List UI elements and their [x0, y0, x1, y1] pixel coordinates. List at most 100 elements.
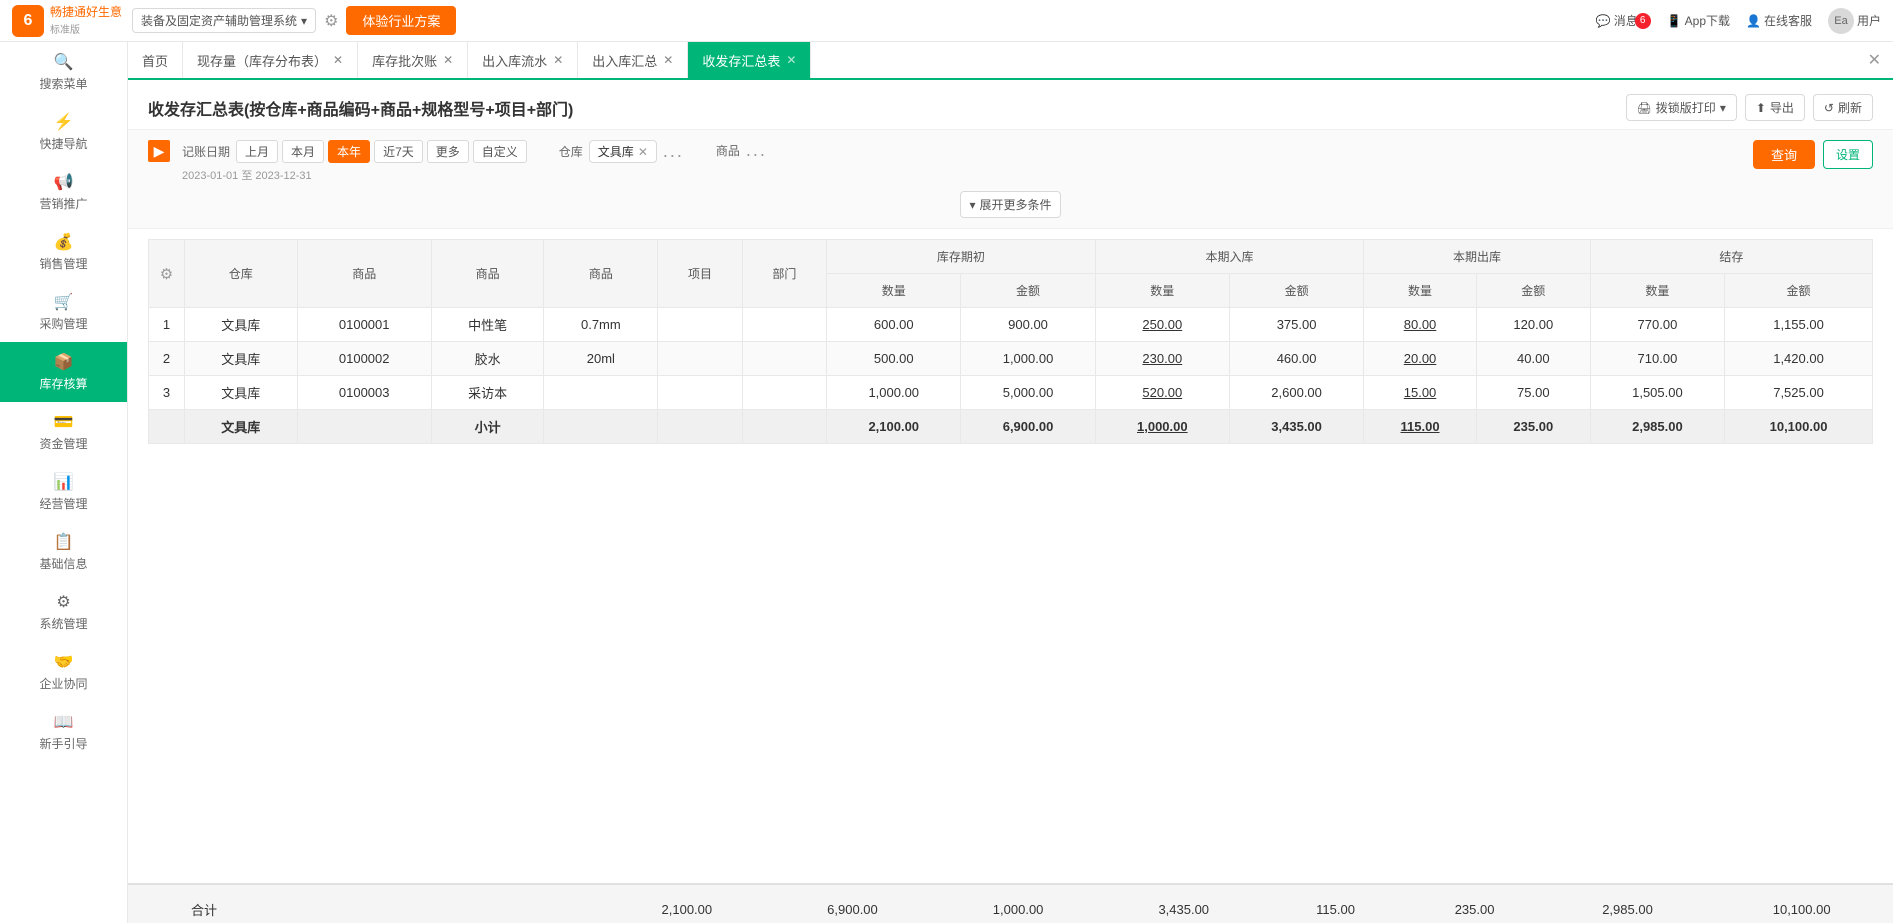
query-button[interactable]: 查询	[1753, 140, 1815, 169]
sidebar-item-marketing[interactable]: 📢 营销推广	[0, 162, 127, 222]
tab-close-icon[interactable]: ✕	[333, 53, 343, 67]
goods-filter: 商品 ...	[716, 140, 767, 161]
col-balance-amt: 金额	[1725, 274, 1873, 308]
sidebar-item-inventory[interactable]: 📦 库存核算	[0, 342, 127, 402]
sidebar-item-management[interactable]: 📊 经营管理	[0, 462, 127, 522]
row-balance-qty: 2,985.00	[1590, 410, 1724, 444]
tab-home[interactable]: 首页	[128, 42, 183, 78]
row-in-qty[interactable]: 230.00	[1095, 342, 1229, 376]
sidebar-item-finance[interactable]: 💳 资金管理	[0, 402, 127, 462]
settings-icon[interactable]: ⚙	[324, 11, 338, 31]
row-out-amt: 235.00	[1476, 410, 1590, 444]
row-dept	[742, 410, 826, 444]
footer-in-amt: 3,435.00	[1101, 894, 1267, 923]
col-out-amt: 金额	[1476, 274, 1590, 308]
date-btn-this-year[interactable]: 本年	[328, 140, 370, 163]
arrow-icon: ▶	[154, 143, 165, 160]
sidebar-item-sales[interactable]: 💰 销售管理	[0, 222, 127, 282]
row-spec: 20ml	[544, 342, 658, 376]
online-service-link[interactable]: 👤 在线客服	[1746, 12, 1812, 29]
row-out-qty[interactable]: 80.00	[1364, 308, 1477, 342]
sidebar-item-enterprise[interactable]: 🤝 企业协同	[0, 642, 127, 702]
row-num: 3	[149, 376, 185, 410]
row-in-amt: 375.00	[1229, 308, 1363, 342]
row-balance-qty: 1,505.00	[1590, 376, 1724, 410]
filter-collapse-button[interactable]: ▶	[148, 140, 170, 162]
row-opening-amt: 6,900.00	[961, 410, 1095, 444]
warehouse-label: 仓库	[559, 143, 583, 160]
row-in-qty[interactable]: 250.00	[1095, 308, 1229, 342]
top-bar-mid: 装备及固定资产辅助管理系统 ▾ ⚙ 体验行业方案	[132, 6, 1586, 35]
row-name: 采访本	[431, 376, 544, 410]
tab-receive-send[interactable]: 收发存汇总表 ✕	[688, 42, 811, 78]
row-out-qty[interactable]: 20.00	[1364, 342, 1477, 376]
expand-arrow-icon: ▾	[969, 198, 975, 212]
warehouse-more[interactable]: ...	[663, 141, 684, 162]
system-select[interactable]: 装备及固定资产辅助管理系统 ▾	[132, 8, 316, 33]
expand-conditions-button[interactable]: ▾ 展开更多条件	[960, 191, 1060, 218]
row-project	[658, 410, 742, 444]
sidebar-item-search[interactable]: 🔍 搜索菜单	[0, 42, 127, 102]
row-code	[297, 410, 431, 444]
date-label: 记账日期	[182, 143, 230, 160]
sidebar-item-system[interactable]: ⚙ 系统管理	[0, 582, 127, 642]
tab-close-icon[interactable]: ✕	[663, 53, 673, 67]
sidebar-item-label: 采购管理	[39, 315, 87, 332]
date-btn-this-month[interactable]: 本月	[282, 140, 324, 163]
top-bar: 6 畅捷通好生意 标准版 装备及固定资产辅助管理系统 ▾ ⚙ 体验行业方案 💬 …	[0, 0, 1893, 42]
message-link[interactable]: 💬 消息 6	[1596, 12, 1651, 29]
footer-empty3	[324, 894, 404, 923]
footer-empty4	[404, 894, 484, 923]
export-button[interactable]: ⬆ 导出	[1745, 94, 1805, 121]
setting-button[interactable]: 设置	[1823, 140, 1873, 169]
tab-inventory-distribution[interactable]: 现存量（库存分布表） ✕	[183, 42, 358, 78]
sidebar-item-purchase[interactable]: 🛒 采购管理	[0, 282, 127, 342]
warehouse-value: 文具库	[598, 143, 634, 160]
row-out-qty[interactable]: 15.00	[1364, 376, 1477, 410]
footer-opening-qty: 2,100.00	[604, 894, 770, 923]
tab-batch[interactable]: 库存批次账 ✕	[358, 42, 468, 78]
download-icon: 📱	[1667, 14, 1682, 28]
sidebar-item-label: 基础信息	[39, 555, 87, 572]
row-warehouse: 文具库	[185, 308, 298, 342]
app-download-label: App下载	[1685, 12, 1730, 29]
warehouse-remove-icon[interactable]: ✕	[638, 145, 648, 159]
sidebar-item-newbie[interactable]: 📖 新手引导	[0, 702, 127, 762]
col-opening-qty: 数量	[827, 274, 961, 308]
row-spec: 0.7mm	[544, 308, 658, 342]
sidebar-item-quicknav[interactable]: ⚡ 快捷导航	[0, 102, 127, 162]
app-download-link[interactable]: 📱 App下载	[1667, 12, 1730, 29]
refresh-button[interactable]: ↺ 刷新	[1813, 94, 1873, 121]
table-settings-header[interactable]: ⚙	[149, 240, 185, 308]
chevron-down-icon: ▾	[1720, 101, 1726, 115]
row-name: 胶水	[431, 342, 544, 376]
row-balance-amt: 10,100.00	[1725, 410, 1873, 444]
col-balance-group: 结存	[1590, 240, 1872, 274]
refresh-icon: ↺	[1824, 101, 1834, 115]
tab-bar-close-button[interactable]: ✕	[1856, 50, 1893, 70]
tab-close-icon[interactable]: ✕	[553, 53, 563, 67]
date-btn-7days[interactable]: 近7天	[374, 140, 423, 163]
gear-icon[interactable]: ⚙	[160, 266, 173, 283]
purchase-icon: 🛒	[54, 292, 74, 312]
trial-button[interactable]: 体验行业方案	[346, 6, 456, 35]
print-button[interactable]: 🖨 拨锁版打印 ▾	[1626, 94, 1737, 121]
tab-label: 收发存汇总表	[702, 51, 780, 70]
row-project	[658, 308, 742, 342]
row-in-qty[interactable]: 520.00	[1095, 376, 1229, 410]
tab-close-icon[interactable]: ✕	[786, 53, 796, 67]
row-in-qty: 1,000.00	[1095, 410, 1229, 444]
date-btn-prev-month[interactable]: 上月	[236, 140, 278, 163]
goods-more[interactable]: ...	[746, 140, 767, 161]
tab-inout-summary[interactable]: 出入库汇总 ✕	[578, 42, 688, 78]
date-btn-more[interactable]: 更多	[427, 140, 469, 163]
brand-sub: 标准版	[50, 21, 122, 36]
row-project	[658, 376, 742, 410]
row-num	[149, 410, 185, 444]
user-section[interactable]: Ea 用户	[1828, 8, 1881, 34]
tab-flow[interactable]: 出入库流水 ✕	[468, 42, 578, 78]
tab-close-icon[interactable]: ✕	[443, 53, 453, 67]
sidebar-item-basicinfo[interactable]: 📋 基础信息	[0, 522, 127, 582]
basicinfo-icon: 📋	[54, 532, 74, 552]
date-btn-custom[interactable]: 自定义	[473, 140, 527, 163]
